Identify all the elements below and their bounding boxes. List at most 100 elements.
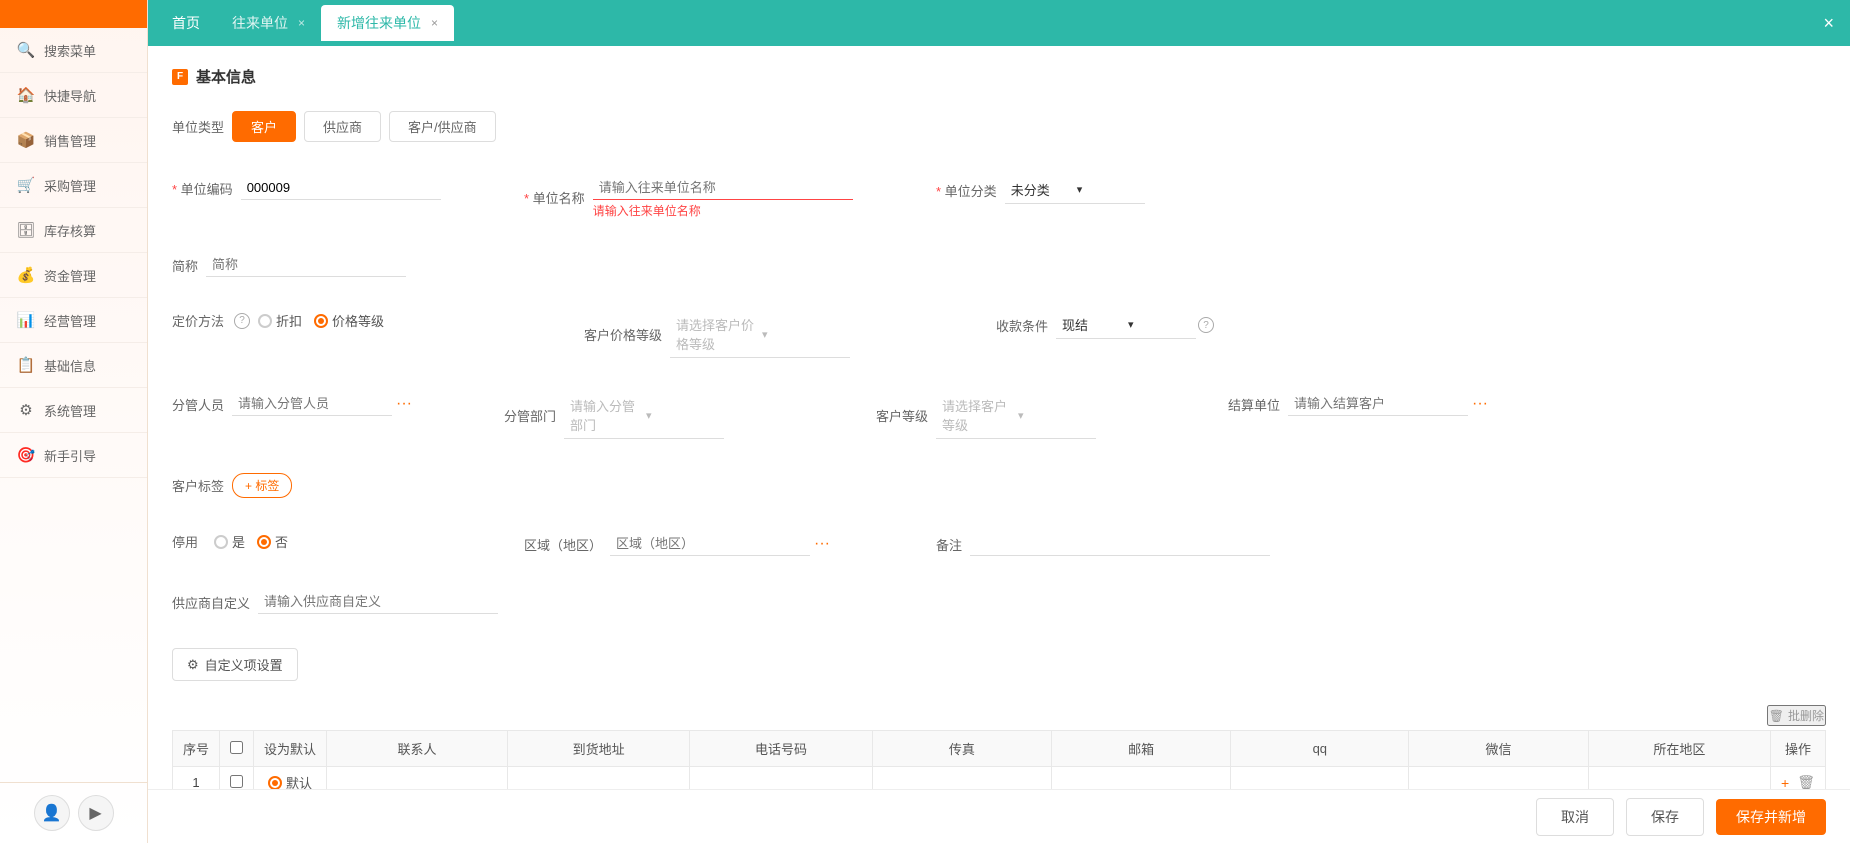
customer-level-select[interactable]: 请选择客户等级 ▾ bbox=[936, 392, 1096, 439]
sidebar-item-quicknav[interactable]: 🏠 快捷导航 bbox=[0, 73, 147, 118]
tab-partners[interactable]: 往来单位 × bbox=[216, 5, 321, 41]
unit-name-error: 请输入往来单位名称 bbox=[593, 202, 904, 219]
qq-input[interactable] bbox=[1241, 775, 1398, 789]
stop-radio-no[interactable]: 否 bbox=[257, 532, 288, 551]
short-name-input[interactable] bbox=[206, 253, 406, 277]
col-email: 邮箱 bbox=[1052, 731, 1231, 767]
sidebar-item-purchase[interactable]: 🛒 采购管理 bbox=[0, 163, 147, 208]
col-checkbox[interactable] bbox=[220, 731, 254, 767]
area-input[interactable] bbox=[610, 532, 810, 556]
select-all-checkbox[interactable] bbox=[230, 741, 243, 754]
row-checkbox[interactable] bbox=[230, 775, 243, 788]
area-more-btn[interactable]: ··· bbox=[810, 535, 834, 553]
settlement-input[interactable] bbox=[1288, 392, 1468, 416]
contact-input[interactable] bbox=[337, 775, 497, 789]
cell-email[interactable] bbox=[1052, 767, 1231, 790]
dept-select[interactable]: 请输入分管部门 ▾ bbox=[564, 392, 724, 439]
unit-btn-customer[interactable]: 客户 bbox=[232, 111, 296, 142]
tab-new-partner[interactable]: 新增往来单位 × bbox=[321, 5, 454, 41]
search-icon: 🔍 bbox=[16, 40, 36, 60]
cell-fax[interactable] bbox=[872, 767, 1051, 790]
unit-code-name-row: 单位编码 单位名称 请输入往来单位名称 单位分类 未分类 ▾ bbox=[172, 176, 1826, 219]
region-input[interactable] bbox=[1599, 775, 1760, 789]
wechat-input[interactable] bbox=[1419, 775, 1577, 789]
sidebar-item-label: 资金管理 bbox=[44, 266, 96, 285]
short-name-field: 简称 bbox=[172, 253, 492, 277]
unit-name-input[interactable] bbox=[593, 176, 853, 200]
save-button[interactable]: 保存 bbox=[1626, 798, 1704, 836]
sidebar-item-system[interactable]: ⚙ 系统管理 bbox=[0, 388, 147, 433]
pricing-help-icon[interactable]: ? bbox=[234, 313, 250, 329]
tab-close-partners[interactable]: × bbox=[298, 16, 305, 30]
tags-label: 客户标签 bbox=[172, 476, 224, 495]
cell-contact[interactable] bbox=[327, 767, 508, 790]
cell-qq[interactable] bbox=[1231, 767, 1409, 790]
fax-input[interactable] bbox=[883, 775, 1041, 789]
add-row-button[interactable]: + bbox=[1781, 775, 1789, 790]
manager-label: 分管人员 bbox=[172, 395, 224, 414]
custom-settings-button[interactable]: ⚙ 自定义项设置 bbox=[172, 648, 298, 681]
cell-checkbox[interactable] bbox=[220, 767, 254, 790]
cancel-button[interactable]: 取消 bbox=[1536, 798, 1614, 836]
payment-help-icon[interactable]: ? bbox=[1198, 317, 1214, 333]
unit-btn-both[interactable]: 客户/供应商 bbox=[389, 111, 496, 142]
default-radio[interactable]: 默认 bbox=[264, 773, 316, 789]
unit-category-select[interactable]: 未分类 ▾ bbox=[1005, 176, 1145, 204]
unit-code-field: 单位编码 bbox=[172, 176, 492, 200]
sidebar-item-operations[interactable]: 📊 经营管理 bbox=[0, 298, 147, 343]
pricing-radio-discount[interactable]: 折扣 bbox=[258, 311, 302, 330]
manager-more-btn[interactable]: ··· bbox=[392, 395, 416, 413]
area-field: 区域（地区） ··· bbox=[524, 532, 904, 556]
sidebar-avatar[interactable]: 👤 bbox=[34, 795, 70, 831]
inventory-icon: 🗄 bbox=[16, 220, 36, 240]
cell-phone[interactable] bbox=[690, 767, 872, 790]
email-input[interactable] bbox=[1062, 775, 1220, 789]
sidebar-item-label: 经营管理 bbox=[44, 311, 96, 330]
manager-input[interactable] bbox=[232, 392, 392, 416]
sidebar: 🔍 搜索菜单 🏠 快捷导航 📦 销售管理 🛒 采购管理 🗄 库存核算 💰 资金管… bbox=[0, 0, 148, 843]
settlement-more-btn[interactable]: ··· bbox=[1468, 395, 1492, 413]
tab-home[interactable]: 首页 bbox=[156, 5, 216, 41]
sidebar-item-inventory[interactable]: 🗄 库存核算 bbox=[0, 208, 147, 253]
col-no: 序号 bbox=[173, 731, 220, 767]
unit-category-label: 单位分类 bbox=[936, 181, 997, 200]
tag-add-button[interactable]: + 标签 bbox=[232, 473, 292, 498]
cell-wechat[interactable] bbox=[1409, 767, 1588, 790]
cell-address[interactable] bbox=[507, 767, 689, 790]
radio-label-price-level: 价格等级 bbox=[332, 311, 384, 330]
window-close-button[interactable]: × bbox=[1815, 13, 1842, 34]
sidebar-item-sales[interactable]: 📦 销售管理 bbox=[0, 118, 147, 163]
customer-level-label: 客户等级 bbox=[876, 406, 928, 425]
operations-icon: 📊 bbox=[16, 310, 36, 330]
delete-row-button[interactable]: 🗑 bbox=[1797, 774, 1815, 789]
payment-terms-select[interactable]: 现结 ▾ bbox=[1056, 311, 1196, 339]
sidebar-item-finance[interactable]: 💰 资金管理 bbox=[0, 253, 147, 298]
unit-btn-supplier[interactable]: 供应商 bbox=[304, 111, 381, 142]
col-address: 到货地址 bbox=[507, 731, 689, 767]
remark-field: 备注 bbox=[936, 532, 1826, 556]
pricing-radio-price-level[interactable]: 价格等级 bbox=[314, 311, 384, 330]
save-and-new-button[interactable]: 保存并新增 bbox=[1716, 799, 1826, 835]
cell-region[interactable] bbox=[1588, 767, 1770, 790]
customer-price-label: 客户价格等级 bbox=[584, 325, 662, 344]
tab-close-new-partner[interactable]: × bbox=[431, 16, 438, 30]
batch-delete-button[interactable]: 🗑 批删除 bbox=[1767, 705, 1826, 726]
radio-circle-no bbox=[257, 535, 271, 549]
sidebar-expand[interactable]: ▶ bbox=[78, 795, 114, 831]
col-default: 设为默认 bbox=[254, 731, 327, 767]
sidebar-item-search[interactable]: 🔍 搜索菜单 bbox=[0, 28, 147, 73]
sidebar-item-newbie[interactable]: 🎯 新手引导 bbox=[0, 433, 147, 478]
sidebar-item-label: 销售管理 bbox=[44, 131, 96, 150]
remark-input[interactable] bbox=[970, 532, 1270, 556]
payment-terms-field: 收款条件 现结 ▾ ? bbox=[996, 311, 1826, 339]
supplier-custom-input[interactable] bbox=[258, 590, 498, 614]
phone-input[interactable] bbox=[700, 775, 861, 789]
basic-icon: 📋 bbox=[16, 355, 36, 375]
customer-price-select[interactable]: 请选择客户价格等级 ▾ bbox=[670, 311, 850, 358]
stop-radio-yes[interactable]: 是 bbox=[214, 532, 245, 551]
tags-row: 客户标签 + 标签 bbox=[172, 473, 1826, 498]
address-input[interactable] bbox=[518, 775, 679, 789]
chevron-down-icon: ▾ bbox=[1018, 409, 1090, 422]
sidebar-item-basic[interactable]: 📋 基础信息 bbox=[0, 343, 147, 388]
unit-code-input[interactable] bbox=[241, 176, 441, 200]
